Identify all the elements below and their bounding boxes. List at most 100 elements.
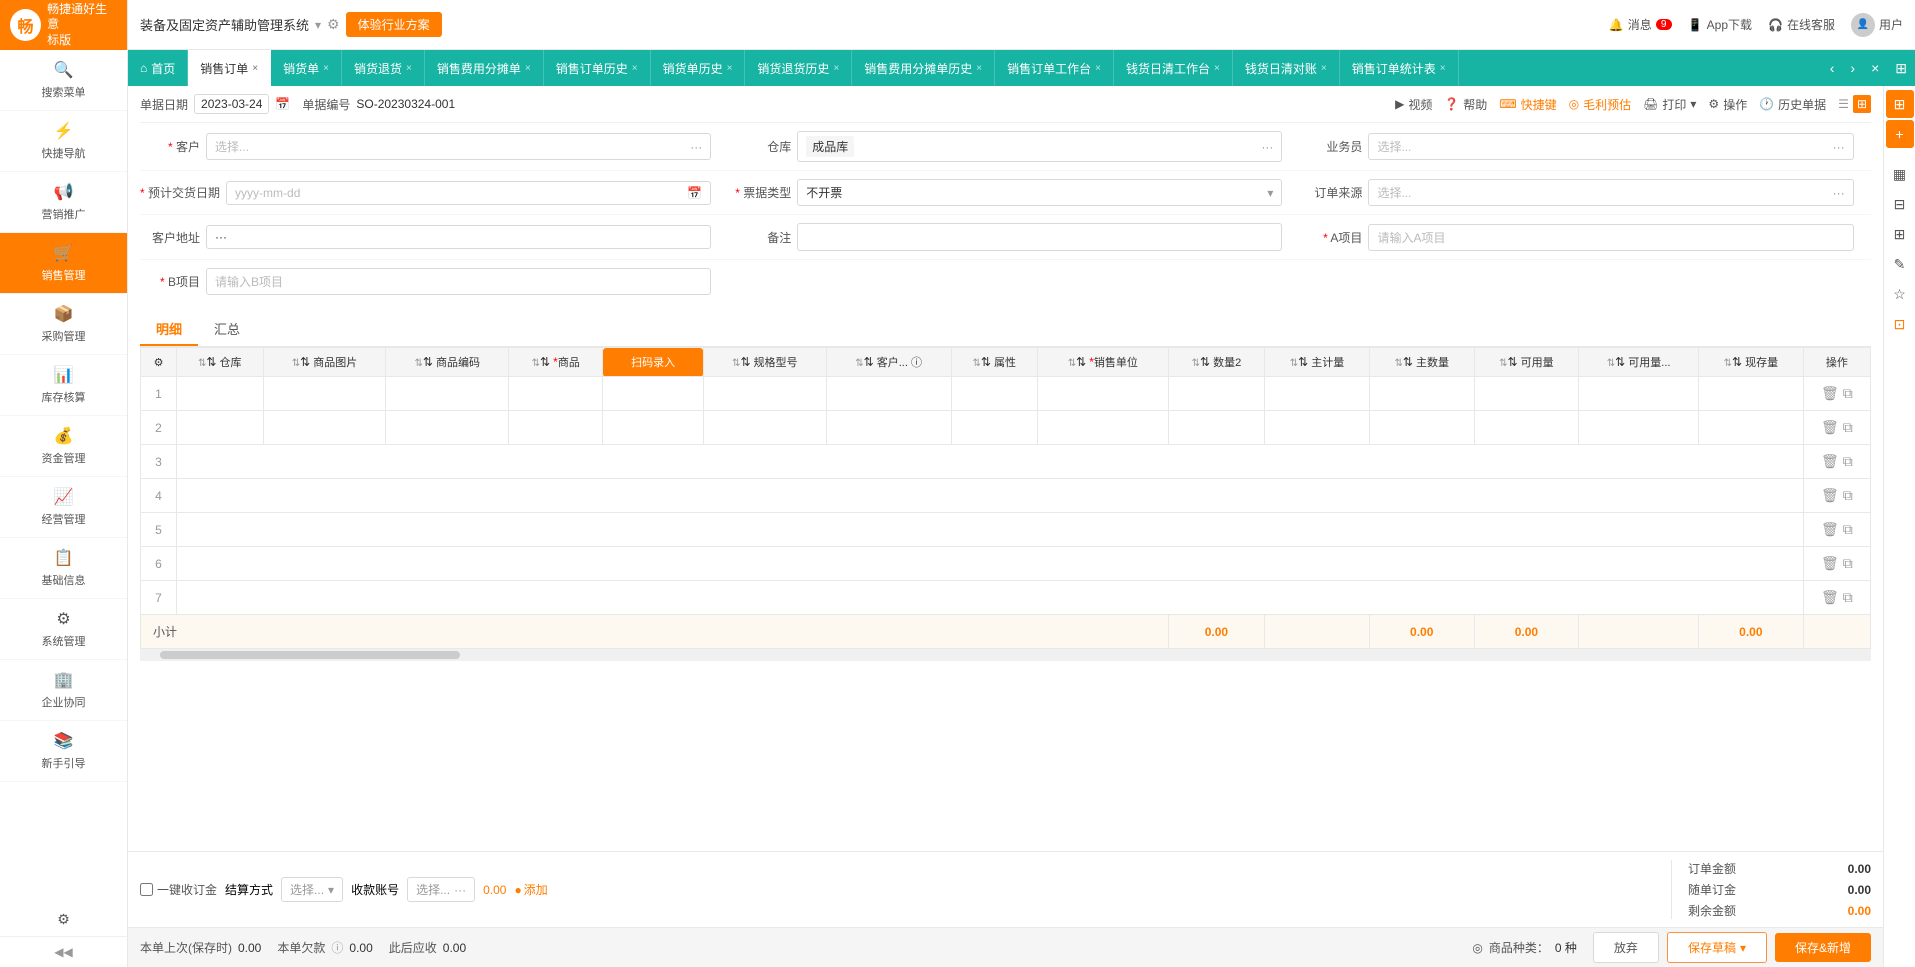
horizontal-scrollbar[interactable] xyxy=(140,649,1871,661)
settlement-select[interactable]: 选择... ▾ xyxy=(281,877,343,902)
row-1-available-qty[interactable] xyxy=(1474,377,1579,411)
one-click-checkbox-input[interactable] xyxy=(140,883,153,896)
close-tab-return-history[interactable]: × xyxy=(727,63,733,74)
save-draft-button[interactable]: 保存草稿 ▾ xyxy=(1667,932,1767,963)
row-2-available-qty2[interactable] xyxy=(1579,411,1699,445)
row-5-delete-btn[interactable]: 🗑 xyxy=(1821,521,1839,538)
close-tab-reconcile[interactable]: × xyxy=(1321,63,1327,74)
row-7-delete-btn[interactable]: 🗑 xyxy=(1821,589,1839,606)
row-2-warehouse[interactable] xyxy=(177,411,264,445)
row-1-current-qty[interactable] xyxy=(1699,377,1804,411)
app-download-item[interactable]: 📱 App下载 xyxy=(1688,16,1752,33)
row-2-customer-code[interactable] xyxy=(826,411,951,445)
row-2-sales-unit[interactable] xyxy=(1038,411,1169,445)
tab-summary[interactable]: 汇总 xyxy=(198,313,256,346)
row-2-product[interactable] xyxy=(509,411,603,445)
a-project-input[interactable]: 请输入A项目 xyxy=(1368,224,1853,251)
tab-money-reconcile[interactable]: 钱货日清对账 × xyxy=(1233,50,1340,86)
tab-detail[interactable]: 明细 xyxy=(140,313,198,346)
invoice-type-input[interactable]: 不开票 ▾ xyxy=(797,179,1282,206)
col-settings[interactable]: ⚙ xyxy=(141,348,177,377)
tab-sales-fee-split[interactable]: 销售费用分摊单 × xyxy=(425,50,544,86)
row-7-copy-btn[interactable]: ⧉ xyxy=(1843,589,1853,606)
sidebar-item-finance[interactable]: 💰 资金管理 xyxy=(0,416,127,477)
right-panel-star-btn[interactable]: ☆ xyxy=(1886,280,1914,308)
sidebar-item-purchase[interactable]: 📦 采购管理 xyxy=(0,294,127,355)
grid-icon[interactable]: ⊞ xyxy=(1853,95,1871,113)
sidebar-item-guide[interactable]: 📚 新手引导 xyxy=(0,721,127,782)
tabs-more[interactable]: ⊞ xyxy=(1887,50,1915,86)
row-1-qty2[interactable] xyxy=(1168,377,1265,411)
row-1-warehouse[interactable] xyxy=(177,377,264,411)
save-new-button[interactable]: 保存&新增 xyxy=(1775,933,1871,962)
tab-home[interactable]: ⌂ 首页 xyxy=(128,50,188,86)
row-1-attribute[interactable] xyxy=(951,377,1038,411)
b-project-input[interactable]: 请输入B项目 xyxy=(206,268,711,295)
close-tab-sales-order[interactable]: × xyxy=(252,63,258,74)
row-3-delete-btn[interactable]: 🗑 xyxy=(1821,453,1839,470)
sidebar-item-operations[interactable]: 📈 经营管理 xyxy=(0,477,127,538)
row-1-img[interactable] xyxy=(263,377,386,411)
row-4-copy-btn[interactable]: ⧉ xyxy=(1843,487,1853,504)
sidebar-item-basicinfo[interactable]: 📋 基础信息 xyxy=(0,538,127,599)
row-1-sales-unit[interactable] xyxy=(1038,377,1169,411)
row-6-copy-btn[interactable]: ⧉ xyxy=(1843,555,1853,572)
right-panel-icon2[interactable]: ⊟ xyxy=(1886,190,1914,218)
close-tab-fee-split-history[interactable]: × xyxy=(976,63,982,74)
right-panel-settings-btn[interactable]: ⊞ xyxy=(1886,90,1914,118)
row-2-main-unit[interactable] xyxy=(1265,411,1370,445)
history-action[interactable]: 🕐 历史单据 xyxy=(1759,96,1826,113)
tab-sales-order-history[interactable]: 销售订单历史 × xyxy=(544,50,651,86)
close-tab-sales-return[interactable]: × xyxy=(323,63,329,74)
row-1-code[interactable] xyxy=(386,377,509,411)
sidebar-item-enterprise[interactable]: 🏢 企业协同 xyxy=(0,660,127,721)
col-scan[interactable]: 扫码录入 xyxy=(603,348,704,377)
right-panel-add-btn[interactable]: + xyxy=(1886,120,1914,148)
right-panel-icon3[interactable]: ⊞ xyxy=(1886,220,1914,248)
row-2-attribute[interactable] xyxy=(951,411,1038,445)
sidebar-item-sales[interactable]: 🛒 销售管理 xyxy=(0,233,127,294)
notification-item[interactable]: 🔔 消息 9 xyxy=(1609,16,1672,33)
add-payment-link[interactable]: ● 添加 xyxy=(514,881,547,898)
close-tab-money-workbench[interactable]: × xyxy=(1214,63,1220,74)
row-2-available-qty[interactable] xyxy=(1474,411,1579,445)
right-panel-pencil-btn[interactable]: ✎ xyxy=(1886,250,1914,278)
settings-gear-icon[interactable]: ⚙ xyxy=(327,16,340,33)
row-2-spec[interactable] xyxy=(703,411,826,445)
tab-fee-split-history[interactable]: 销售费用分摊单历史 × xyxy=(852,50,995,86)
online-service-item[interactable]: 🎧 在线客服 xyxy=(1768,16,1835,33)
close-tab-return-goods-history[interactable]: × xyxy=(833,63,839,74)
calendar-icon[interactable]: 📅 xyxy=(275,97,290,111)
row-3-copy-btn[interactable]: ⧉ xyxy=(1843,453,1853,470)
row-1-copy-btn[interactable]: ⧉ xyxy=(1843,385,1853,402)
row-2-copy-btn[interactable]: ⧉ xyxy=(1843,419,1853,436)
user-menu-item[interactable]: 👤 用户 xyxy=(1851,13,1903,37)
row-6-delete-btn[interactable]: 🗑 xyxy=(1821,555,1839,572)
row-1-spec[interactable] xyxy=(703,377,826,411)
sidebar-collapse-btn[interactable]: ◀◀ xyxy=(0,936,127,967)
sidebar-item-marketing[interactable]: 📢 营销推广 xyxy=(0,172,127,233)
row-2-qty2[interactable] xyxy=(1168,411,1265,445)
scroll-thumb[interactable] xyxy=(160,651,460,659)
tabs-next-arrow[interactable]: › xyxy=(1842,50,1863,86)
tab-sales-return[interactable]: 销货单 × xyxy=(271,50,342,86)
receipt-account-select[interactable]: 选择... ··· xyxy=(407,877,475,902)
row-1-main-qty[interactable] xyxy=(1369,377,1474,411)
salesperson-input[interactable]: 选择... ··· xyxy=(1368,133,1853,160)
close-tab-fee-split[interactable]: × xyxy=(525,63,531,74)
list-icon[interactable]: ☰ xyxy=(1838,97,1849,111)
sidebar-item-search[interactable]: 🔍 搜索菜单 xyxy=(0,50,127,111)
tab-return-goods[interactable]: 销货退货 × xyxy=(342,50,425,86)
operations-action[interactable]: ⚙ 操作 xyxy=(1708,96,1747,113)
row-1-main-unit[interactable] xyxy=(1265,377,1370,411)
sidebar-settings-btn[interactable]: ⚙ xyxy=(0,903,127,936)
industry-solution-button[interactable]: 体验行业方案 xyxy=(346,12,442,37)
one-click-checkbox[interactable]: 一键收订金 xyxy=(140,881,217,898)
help-action[interactable]: ❓ 帮助 xyxy=(1444,96,1487,113)
row-2-main-qty[interactable] xyxy=(1369,411,1474,445)
discard-button[interactable]: 放弃 xyxy=(1593,932,1659,963)
row-1-customer-code[interactable] xyxy=(826,377,951,411)
close-tab-workbench[interactable]: × xyxy=(1095,63,1101,74)
remarks-input[interactable] xyxy=(797,223,1282,251)
row-2-img[interactable] xyxy=(263,411,386,445)
